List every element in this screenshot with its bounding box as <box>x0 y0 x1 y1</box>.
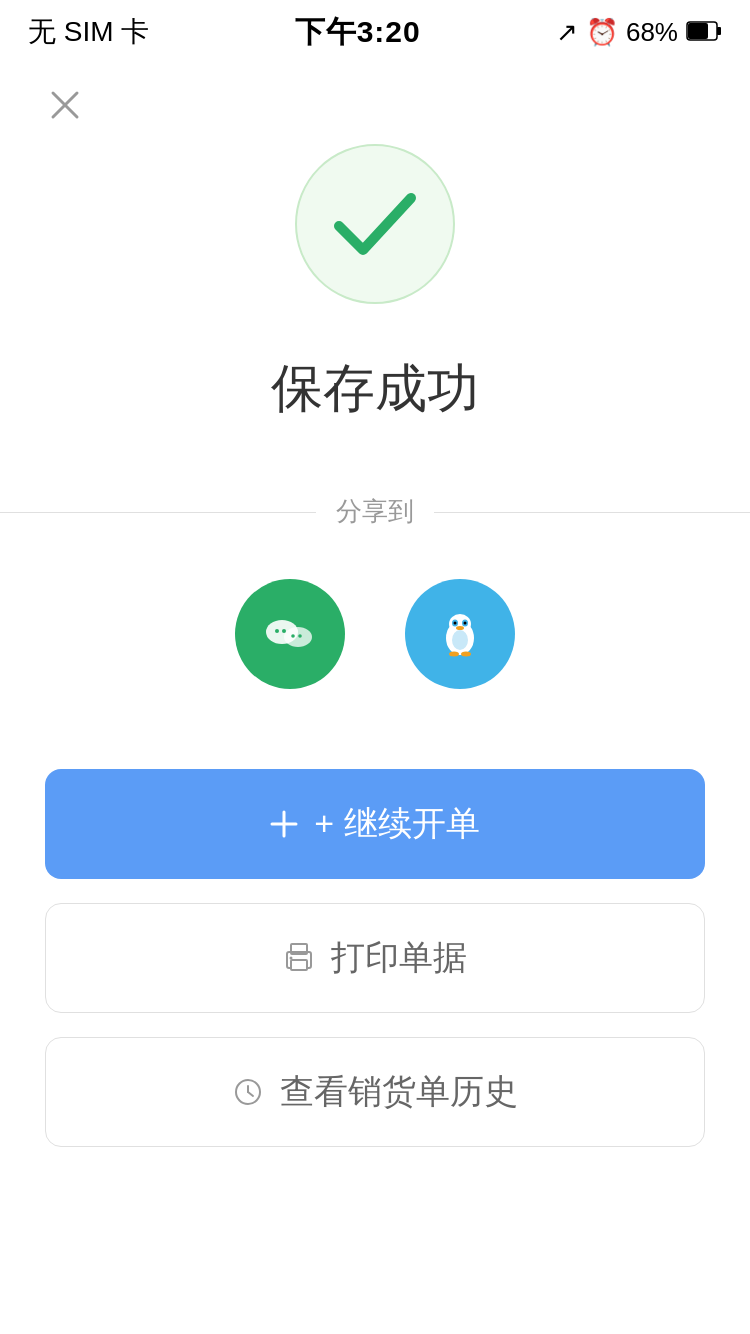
svg-rect-25 <box>291 960 307 970</box>
battery-text: 68% <box>626 17 678 48</box>
no-sim-text: 无 SIM 卡 <box>28 13 149 51</box>
svg-point-18 <box>452 630 468 650</box>
print-icon <box>283 942 315 974</box>
plus-icon <box>270 810 298 838</box>
share-label: 分享到 <box>316 494 434 529</box>
share-section: 分享到 <box>0 494 750 529</box>
svg-point-9 <box>291 634 295 638</box>
battery-icon <box>686 17 722 48</box>
svg-point-16 <box>463 621 466 624</box>
history-button[interactable]: 查看销货单历史 <box>45 1037 705 1147</box>
svg-point-8 <box>282 629 286 633</box>
clock-icon <box>232 1076 264 1108</box>
svg-rect-2 <box>688 23 708 39</box>
main-content: 保存成功 分享到 <box>0 64 750 1147</box>
status-bar: 无 SIM 卡 下午3:20 ↗ ⏰ 68% <box>0 0 750 64</box>
print-button[interactable]: 打印单据 <box>45 903 705 1013</box>
svg-point-6 <box>284 627 312 647</box>
svg-point-7 <box>275 629 279 633</box>
continue-label: + 继续开单 <box>314 801 479 847</box>
svg-point-26 <box>290 957 293 960</box>
status-right: ↗ ⏰ 68% <box>556 17 722 48</box>
share-icons <box>235 579 515 689</box>
qq-share-button[interactable] <box>405 579 515 689</box>
success-icon-circle <box>295 144 455 304</box>
svg-line-29 <box>248 1092 253 1096</box>
svg-point-15 <box>453 621 456 624</box>
print-label: 打印单据 <box>331 935 467 981</box>
svg-point-17 <box>456 626 464 630</box>
svg-rect-1 <box>717 27 721 35</box>
status-left: 无 SIM 卡 <box>28 13 159 51</box>
svg-point-20 <box>461 651 471 656</box>
location-icon: ↗ <box>556 17 578 48</box>
continue-button[interactable]: + 继续开单 <box>45 769 705 879</box>
close-button[interactable] <box>40 80 90 130</box>
action-buttons: + 继续开单 打印单据 查看销货单历史 <box>45 769 705 1147</box>
svg-point-19 <box>449 651 459 656</box>
alarm-icon: ⏰ <box>586 17 618 48</box>
history-label: 查看销货单历史 <box>280 1069 518 1115</box>
success-title: 保存成功 <box>271 354 479 424</box>
wechat-share-button[interactable] <box>235 579 345 689</box>
svg-point-10 <box>298 634 302 638</box>
status-time: 下午3:20 <box>295 12 421 53</box>
